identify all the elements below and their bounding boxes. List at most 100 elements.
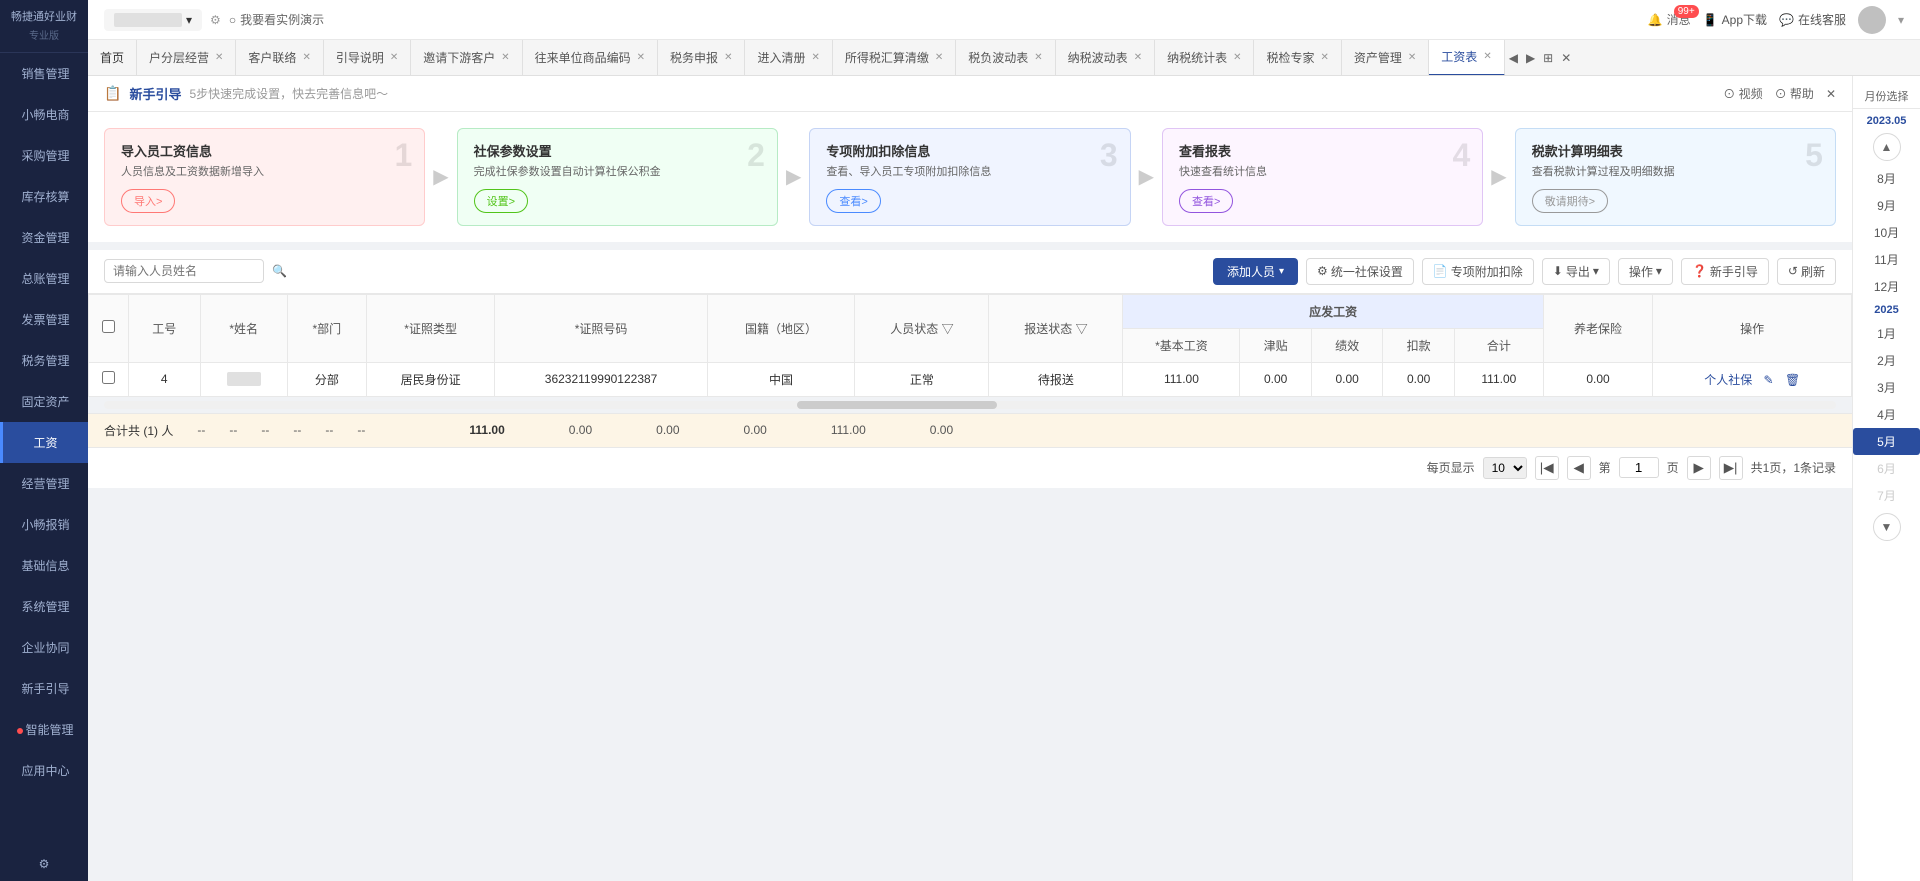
tabs-next-button[interactable]: ▶ xyxy=(1522,51,1539,65)
company-selector[interactable]: ████████ ▾ xyxy=(104,9,202,31)
tab-tax-exempt-close[interactable]: ✕ xyxy=(1034,52,1042,63)
tab-home[interactable]: 首页 xyxy=(88,40,137,76)
last-page-button[interactable]: ▶| xyxy=(1719,456,1743,480)
action-social-insurance[interactable]: 个人社保 xyxy=(1704,373,1752,387)
month-dec[interactable]: 12月 xyxy=(1853,273,1920,300)
month-mar[interactable]: 3月 xyxy=(1853,374,1920,401)
action-edit[interactable]: ✎ xyxy=(1764,373,1774,387)
tab-invite-close[interactable]: ✕ xyxy=(501,52,509,63)
tab-tax-expert[interactable]: 税检专家 ✕ xyxy=(1254,40,1341,76)
tab-customer[interactable]: 客户联络 ✕ xyxy=(236,40,323,76)
sidebar-item-marketing[interactable]: 小畅报销 xyxy=(0,504,88,545)
sidebar-item-sales[interactable]: 销售管理 xyxy=(0,53,88,94)
month-jul[interactable]: 7月 xyxy=(1853,482,1920,509)
month-apr[interactable]: 4月 xyxy=(1853,401,1920,428)
tab-tax-count[interactable]: 纳税统计表 ✕ xyxy=(1155,40,1254,76)
tabs-more-button[interactable]: ⊞ xyxy=(1539,51,1557,65)
tab-clearance-close[interactable]: ✕ xyxy=(811,52,819,63)
tab-income-tax-close[interactable]: ✕ xyxy=(935,52,943,63)
step-btn-4[interactable]: 查看> xyxy=(1179,189,1233,213)
tab-layer[interactable]: 户分层经营 ✕ xyxy=(137,40,236,76)
first-page-button[interactable]: |◀ xyxy=(1535,456,1559,480)
sidebar-item-tax[interactable]: 税务管理 xyxy=(0,340,88,381)
month-prev-button[interactable]: ▲ xyxy=(1873,133,1901,161)
tab-layer-close[interactable]: ✕ xyxy=(215,52,223,63)
sidebar-settings-button[interactable]: ⚙ xyxy=(0,847,88,881)
sidebar-item-guide[interactable]: 新手引导 xyxy=(0,668,88,709)
month-may[interactable]: 5月 xyxy=(1853,428,1920,455)
tab-income-tax[interactable]: 所得税汇算清缴 ✕ xyxy=(833,40,956,76)
prev-page-button[interactable]: ◀ xyxy=(1567,456,1591,480)
tabs-prev-button[interactable]: ◀ xyxy=(1505,51,1522,65)
refresh-button[interactable]: ↺ 刷新 xyxy=(1777,258,1836,285)
message-button[interactable]: 🔔 消息 99+ xyxy=(1648,11,1691,28)
sidebar-item-inventory[interactable]: 库存核算 xyxy=(0,176,88,217)
step-btn-1[interactable]: 导入> xyxy=(121,189,175,213)
tab-guide[interactable]: 引导说明 ✕ xyxy=(324,40,411,76)
month-next-button[interactable]: ▼ xyxy=(1873,513,1901,541)
sidebar-item-payroll[interactable]: 工资 xyxy=(0,422,88,463)
guide-video-link[interactable]: ⊙ 视频 xyxy=(1723,85,1762,102)
company-dropdown-icon[interactable]: ▾ xyxy=(186,13,192,27)
tab-product-code-close[interactable]: ✕ xyxy=(637,52,645,63)
tab-clearance[interactable]: 进入清册 ✕ xyxy=(745,40,832,76)
tab-payroll[interactable]: 工资表 ✕ xyxy=(1429,40,1504,76)
month-jan[interactable]: 1月 xyxy=(1853,320,1920,347)
guide-help-link[interactable]: ⊙ 帮助 xyxy=(1775,85,1814,102)
select-all-checkbox[interactable] xyxy=(102,320,115,333)
per-page-select[interactable]: 10 20 50 xyxy=(1483,457,1527,479)
sidebar-item-invoice[interactable]: 发票管理 xyxy=(0,299,88,340)
horizontal-scrollbar[interactable] xyxy=(104,401,1836,409)
export-button[interactable]: ⬇ 导出 ▾ xyxy=(1542,258,1610,285)
avatar[interactable] xyxy=(1858,6,1886,34)
next-page-button[interactable]: ▶ xyxy=(1687,456,1711,480)
row-select-checkbox[interactable] xyxy=(102,371,115,384)
tab-tax-expert-close[interactable]: ✕ xyxy=(1321,52,1329,63)
tab-tax-count-close[interactable]: ✕ xyxy=(1233,52,1241,63)
tabs-close-all-button[interactable]: ✕ xyxy=(1557,51,1575,65)
sidebar-item-assets[interactable]: 固定资产 xyxy=(0,381,88,422)
guide-button[interactable]: ❓ 新手引导 xyxy=(1681,258,1769,285)
action-delete[interactable]: 🗑 xyxy=(1785,373,1800,387)
scroll-thumb[interactable] xyxy=(797,401,997,409)
special-deduction-button[interactable]: 📄 专项附加扣除 xyxy=(1422,258,1534,285)
sidebar-item-purchase[interactable]: 采购管理 xyxy=(0,135,88,176)
page-number-input[interactable] xyxy=(1619,457,1659,478)
search-icon[interactable]: 🔍 xyxy=(272,264,287,278)
sidebar-item-basic[interactable]: 基础信息 xyxy=(0,545,88,586)
month-aug[interactable]: 8月 xyxy=(1853,165,1920,192)
add-person-button[interactable]: 添加人员 ▾ xyxy=(1213,258,1298,285)
month-sep[interactable]: 9月 xyxy=(1853,192,1920,219)
sidebar-item-appcenter[interactable]: 应用中心 xyxy=(0,750,88,791)
action-button[interactable]: 操作 ▾ xyxy=(1618,258,1673,285)
sidebar-item-system[interactable]: 系统管理 xyxy=(0,586,88,627)
tab-asset-mgmt[interactable]: 资产管理 ✕ xyxy=(1342,40,1429,76)
month-feb[interactable]: 2月 xyxy=(1853,347,1920,374)
tab-payroll-close[interactable]: ✕ xyxy=(1483,51,1491,62)
sidebar-item-finance[interactable]: 资金管理 xyxy=(0,217,88,258)
demo-link[interactable]: ○ 我要看实例演示 xyxy=(229,11,324,28)
tab-invite[interactable]: 邀请下游客户 ✕ xyxy=(411,40,522,76)
tab-customer-close[interactable]: ✕ xyxy=(302,52,310,63)
sidebar-item-ledger[interactable]: 总账管理 xyxy=(0,258,88,299)
sidebar-item-collab[interactable]: 企业协同 xyxy=(0,627,88,668)
sidebar-item-operation[interactable]: 经营管理 xyxy=(0,463,88,504)
step-btn-2[interactable]: 设置> xyxy=(474,189,528,213)
sidebar-item-smart[interactable]: 智能管理 xyxy=(0,709,88,750)
tab-product-code[interactable]: 往来单位商品编码 ✕ xyxy=(523,40,658,76)
guide-close-button[interactable]: ✕ xyxy=(1826,87,1836,101)
tab-tax-report-close[interactable]: ✕ xyxy=(724,52,732,63)
step-btn-3[interactable]: 查看> xyxy=(826,189,880,213)
social-insurance-button[interactable]: ⚙ 统一社保设置 xyxy=(1306,258,1414,285)
settings-icon[interactable]: ⚙ xyxy=(210,13,221,27)
user-menu-icon[interactable]: ▾ xyxy=(1898,13,1904,27)
tab-tax-stat[interactable]: 纳税波动表 ✕ xyxy=(1056,40,1155,76)
tab-tax-report[interactable]: 税务申报 ✕ xyxy=(658,40,745,76)
month-oct[interactable]: 10月 xyxy=(1853,219,1920,246)
month-jun[interactable]: 6月 xyxy=(1853,455,1920,482)
month-nov[interactable]: 11月 xyxy=(1853,246,1920,273)
tab-tax-stat-close[interactable]: ✕ xyxy=(1134,52,1142,63)
step-btn-5[interactable]: 敬请期待> xyxy=(1532,189,1608,213)
tab-guide-close[interactable]: ✕ xyxy=(390,52,398,63)
tab-asset-mgmt-close[interactable]: ✕ xyxy=(1408,52,1416,63)
